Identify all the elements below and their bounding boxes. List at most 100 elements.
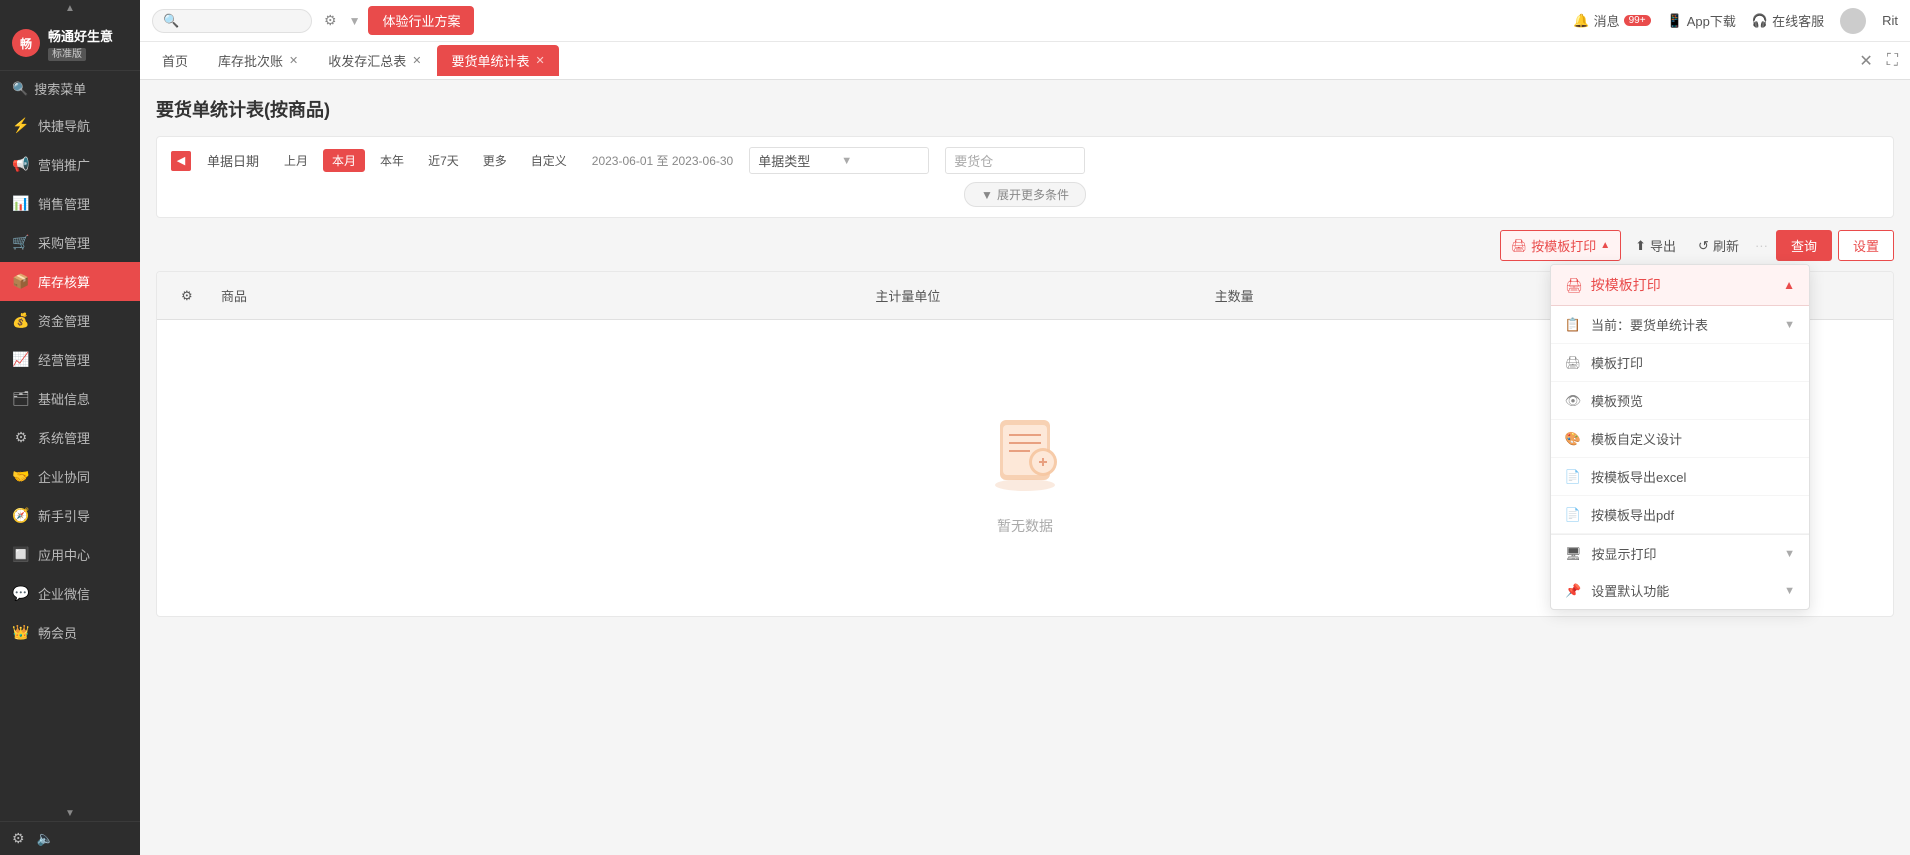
logo-tag: 标准版 <box>48 45 113 60</box>
date-btn-last-7[interactable]: 近7天 <box>419 149 468 172</box>
sidebar-item-sales[interactable]: 📊 销售管理 <box>0 184 140 223</box>
topbar-settings-icon[interactable]: ⚙ <box>320 8 341 33</box>
date-btn-last-month[interactable]: 上月 <box>275 149 317 172</box>
bell-icon: 🔔 <box>1573 13 1589 29</box>
sales-icon: 📊 <box>12 195 30 213</box>
refresh-btn[interactable]: ↺ 刷新 <box>1690 231 1747 260</box>
dropdown-display-print[interactable]: 🖥 按显示打印 ▼ <box>1551 535 1809 572</box>
tabs-actions: ✕ ⛶ <box>1855 47 1902 75</box>
sidebar-logo: 畅 畅通好生意 标准版 <box>0 16 140 71</box>
sidebar-item-quick-nav[interactable]: ⚡ 快捷导航 <box>0 106 140 145</box>
experience-button[interactable]: 体验行业方案 <box>368 6 474 35</box>
order-goods-input[interactable]: 要货仓 <box>945 147 1085 174</box>
dropdown-sub-section: 🖥 按显示打印 ▼ 📌 设置默认功能 ▼ <box>1551 534 1809 609</box>
dropdown-current-template[interactable]: 📋 当前：要货单统计表 ▼ <box>1551 306 1809 344</box>
expand-row: ▼ 展开更多条件 <box>171 182 1879 207</box>
sidebar-nav: ⚡ 快捷导航 📢 营销推广 📊 销售管理 🛒 采购管理 📦 库存核算 💰 资金管… <box>0 106 140 805</box>
sidebar-item-member[interactable]: 👑 畅会员 <box>0 613 140 652</box>
online-service-button[interactable]: 🎧 在线客服 <box>1752 11 1824 30</box>
display-print-label-group: 🖥 按显示打印 <box>1565 544 1657 563</box>
sidebar-search[interactable]: 🔍 搜索菜单 <box>0 71 140 106</box>
expand-more-btn[interactable]: ▼ 展开更多条件 <box>964 182 1086 207</box>
settings-btn[interactable]: 设置 <box>1838 230 1894 261</box>
dropdown-template-print[interactable]: 🖨 模板打印 <box>1551 344 1809 382</box>
settings-bottom-icon[interactable]: ⚙ <box>12 830 25 847</box>
system-icon: ⚙ <box>12 429 30 447</box>
topbar-chevron-down[interactable]: ▼ <box>349 14 361 28</box>
toolbar: 🖨 按模板打印 ▲ ⬆ 导出 ↺ 刷新 ··· 查询 设置 <box>156 230 1894 261</box>
export-btn[interactable]: ⬆ 导出 <box>1627 231 1684 260</box>
sidebar-item-system[interactable]: ⚙ 系统管理 <box>0 418 140 457</box>
tab-home[interactable]: 首页 <box>148 45 202 76</box>
tab-collection-summary[interactable]: 收发存汇总表 ✕ <box>314 45 435 76</box>
phone-icon: 📱 <box>1667 13 1683 29</box>
dropdown-header-left: 🖨 按模板打印 <box>1565 275 1661 295</box>
topbar-search-input[interactable] <box>185 14 285 28</box>
th-gear[interactable]: ⚙ <box>169 282 209 310</box>
print-template-btn[interactable]: 🖨 按模板打印 ▲ <box>1500 230 1621 261</box>
sidebar: ▲ 畅 畅通好生意 标准版 🔍 搜索菜单 ⚡ 快捷导航 📢 营销推广 📊 销售管… <box>0 0 140 855</box>
filter-row: ◀ 单据日期 上月 本月 本年 近7天 更多 自定义 2023-06-01 至 … <box>171 147 1879 174</box>
date-btn-this-year[interactable]: 本年 <box>371 149 413 172</box>
page-title: 要货单统计表(按商品) <box>156 96 1894 122</box>
speaker-icon[interactable]: 🔈 <box>37 830 54 847</box>
sidebar-scroll-up[interactable]: ▲ <box>0 0 140 16</box>
dropdown-close-chevron[interactable]: ▲ <box>1783 278 1795 292</box>
sidebar-item-marketing[interactable]: 📢 营销推广 <box>0 145 140 184</box>
basic-icon: 🗂 <box>12 390 30 408</box>
dropdown-template-excel[interactable]: 📄 按模板导出excel <box>1551 458 1809 496</box>
tabs-close-icon[interactable]: ✕ <box>1855 47 1876 75</box>
tabs-bar: 首页 库存批次账 ✕ 收发存汇总表 ✕ 要货单统计表 ✕ ✕ ⛶ <box>140 42 1910 80</box>
refresh-icon: ↺ <box>1698 238 1709 254</box>
empty-text: 暂无数据 <box>997 516 1053 536</box>
sidebar-item-enterprise[interactable]: 🤝 企业协同 <box>0 457 140 496</box>
quick-nav-icon: ⚡ <box>12 117 30 135</box>
sidebar-item-purchase[interactable]: 🛒 采购管理 <box>0 223 140 262</box>
tab-close-collection-summary[interactable]: ✕ <box>412 54 421 67</box>
date-filter-label: 单据日期 <box>207 151 259 170</box>
dropdown-header[interactable]: 🖨 按模板打印 ▲ <box>1551 265 1809 306</box>
sidebar-item-basic[interactable]: 🗂 基础信息 <box>0 379 140 418</box>
template-print-icon: 🖨 <box>1565 355 1581 371</box>
operations-icon: 📈 <box>12 351 30 369</box>
export-icon: ⬆ <box>1635 238 1646 254</box>
date-btn-custom[interactable]: 自定义 <box>522 149 576 172</box>
dropdown-template-design[interactable]: 🎨 模板自定义设计 <box>1551 420 1809 458</box>
current-template-icon: 📋 <box>1565 317 1581 333</box>
sidebar-scroll-down[interactable]: ▼ <box>0 805 140 821</box>
filter-collapse-btn[interactable]: ◀ <box>171 151 191 171</box>
app-download-button[interactable]: 📱 App下载 <box>1667 11 1736 30</box>
tab-order-stats[interactable]: 要货单统计表 ✕ <box>437 45 558 76</box>
inventory-icon: 📦 <box>12 273 30 291</box>
set-default-icon: 📌 <box>1565 583 1581 599</box>
sidebar-item-inventory[interactable]: 📦 库存核算 <box>0 262 140 301</box>
dropdown-template-preview[interactable]: 👁 模板预览 <box>1551 382 1809 420</box>
tabs-expand-icon[interactable]: ⛶ <box>1883 48 1902 74</box>
date-btn-this-month[interactable]: 本月 <box>323 149 365 172</box>
logo-text: 畅通好生意 标准版 <box>48 26 113 60</box>
sidebar-item-guide[interactable]: 🧭 新手引导 <box>0 496 140 535</box>
user-avatar[interactable] <box>1840 8 1866 34</box>
template-pdf-icon: 📄 <box>1565 507 1581 523</box>
sidebar-item-apps[interactable]: 🔲 应用中心 <box>0 535 140 574</box>
template-preview-icon: 👁 <box>1565 393 1581 409</box>
sidebar-item-finance[interactable]: 💰 资金管理 <box>0 301 140 340</box>
query-btn[interactable]: 查询 <box>1776 230 1832 261</box>
dropdown-set-default[interactable]: 📌 设置默认功能 ▼ <box>1551 572 1809 609</box>
tab-close-order-stats[interactable]: ✕ <box>536 54 545 67</box>
date-btn-more[interactable]: 更多 <box>474 149 516 172</box>
sidebar-item-wechat[interactable]: 💬 企业微信 <box>0 574 140 613</box>
wechat-icon: 💬 <box>12 585 30 603</box>
order-type-select[interactable]: 单据类型 ▼ <box>749 147 929 174</box>
notifications-button[interactable]: 🔔 消息 99+ <box>1573 11 1650 30</box>
tab-inventory-batch[interactable]: 库存批次账 ✕ <box>204 45 312 76</box>
th-goods: 商品 <box>209 280 863 311</box>
template-excel-icon: 📄 <box>1565 469 1581 485</box>
topbar-search-box[interactable]: 🔍 <box>152 9 312 33</box>
apps-icon: 🔲 <box>12 546 30 564</box>
topbar: 🔍 ⚙ ▼ 体验行业方案 🔔 消息 99+ 📱 App下载 🎧 在线客服 Rit <box>140 0 1910 42</box>
sidebar-item-operations[interactable]: 📈 经营管理 <box>0 340 140 379</box>
tab-close-inventory-batch[interactable]: ✕ <box>289 54 298 67</box>
username-label: Rit <box>1882 13 1898 28</box>
dropdown-template-pdf[interactable]: 📄 按模板导出pdf <box>1551 496 1809 534</box>
